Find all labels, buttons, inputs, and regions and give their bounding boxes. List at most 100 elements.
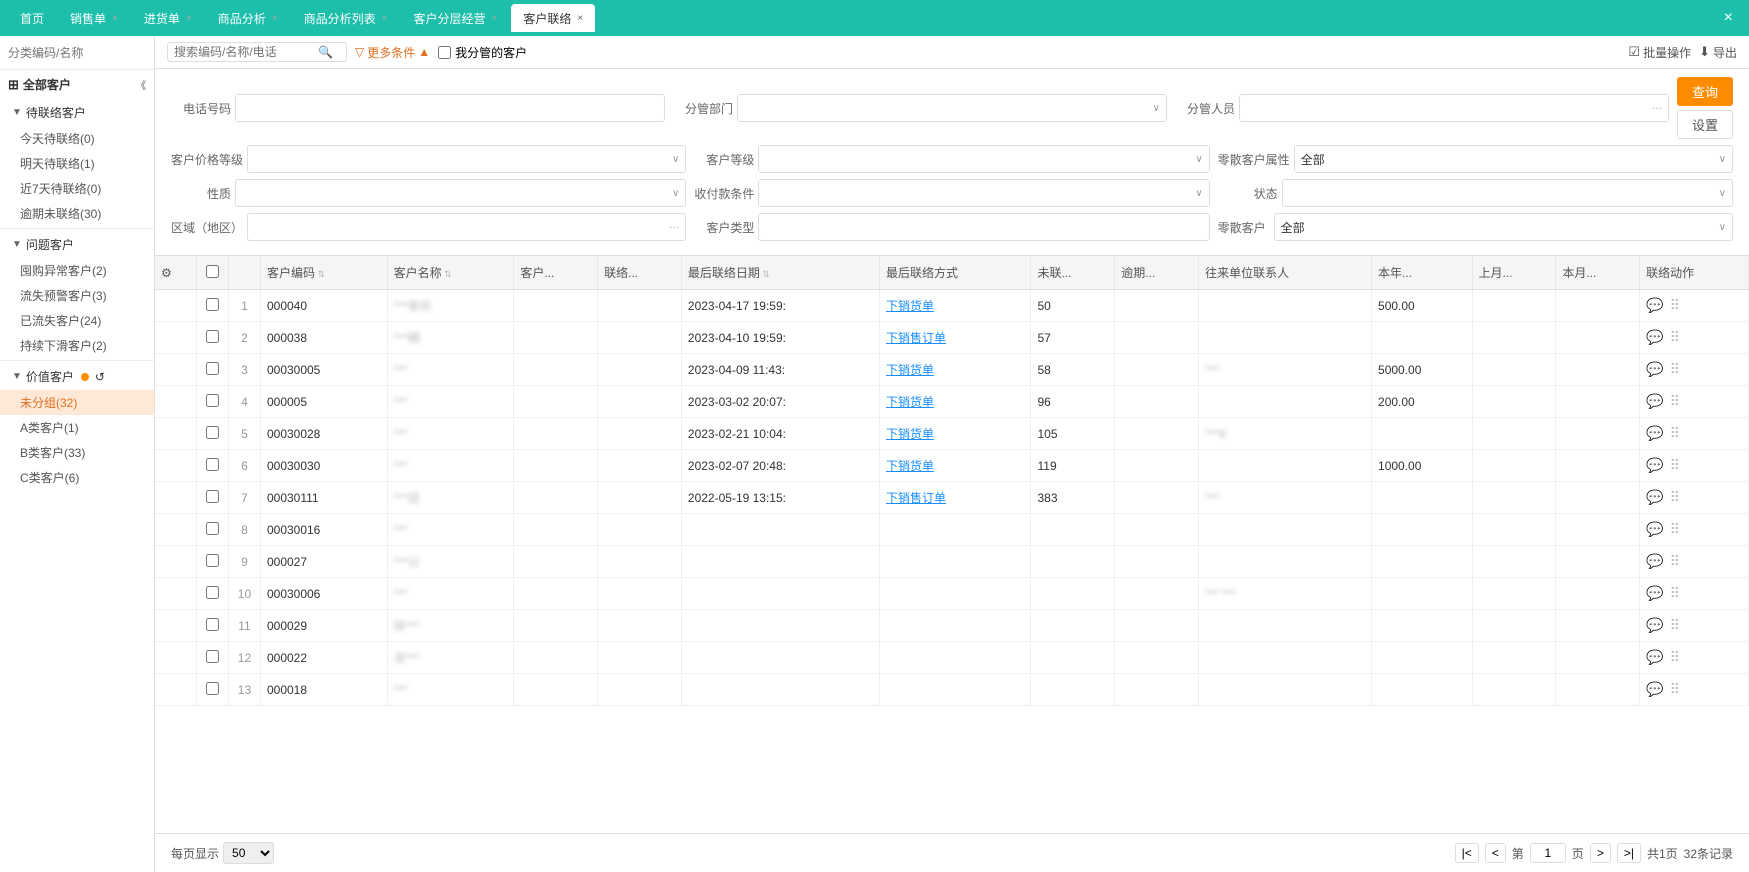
- sidebar-item-class-c[interactable]: C类客户(6): [0, 465, 154, 490]
- sidebar-item-today-pending[interactable]: 今天待联络(0): [0, 126, 154, 151]
- row-last-contact-way-cell[interactable]: [879, 578, 1031, 610]
- chat-icon[interactable]: 💬: [1646, 425, 1663, 442]
- row-last-contact-way-cell[interactable]: 下销货单: [879, 450, 1031, 482]
- row-check-cell[interactable]: [196, 674, 228, 706]
- filter-search-input[interactable]: [174, 45, 314, 59]
- chat-icon[interactable]: 💬: [1646, 681, 1663, 698]
- dept-select[interactable]: ∨: [737, 94, 1167, 122]
- more-actions-icon[interactable]: ⠿: [1670, 457, 1680, 474]
- all-customers-header[interactable]: ⊞ 全部客户 《: [0, 70, 154, 99]
- value-group[interactable]: ▼ 价值客户 ↺: [0, 363, 154, 390]
- row-check-cell[interactable]: [196, 290, 228, 322]
- prev-page-button[interactable]: <: [1485, 843, 1506, 863]
- row-checkbox[interactable]: [206, 362, 219, 375]
- sidebar-search-input[interactable]: [8, 46, 155, 60]
- sidebar-item-declining[interactable]: 持续下滑客户(2): [0, 333, 154, 358]
- manager-select[interactable]: ···: [1239, 94, 1669, 122]
- more-actions-icon[interactable]: ⠿: [1670, 585, 1680, 602]
- tab-sales[interactable]: 销售单 ×: [58, 4, 130, 32]
- chat-icon[interactable]: 💬: [1646, 617, 1663, 634]
- sidebar-item-hoard-abnormal[interactable]: 囤购异常客户(2): [0, 258, 154, 283]
- tab-purchase[interactable]: 进货单 ×: [132, 4, 204, 32]
- close-all-button[interactable]: ×: [1716, 9, 1741, 27]
- row-last-contact-way-cell[interactable]: 下销货单: [879, 386, 1031, 418]
- refresh-icon[interactable]: ↺: [95, 370, 105, 384]
- sidebar-item-overdue-pending[interactable]: 逾期未联络(30): [0, 201, 154, 226]
- tab-home[interactable]: 首页: [8, 4, 56, 32]
- chat-icon[interactable]: 💬: [1646, 489, 1663, 506]
- row-check-cell[interactable]: [196, 322, 228, 354]
- tab-goods-analysis[interactable]: 商品分析 ×: [206, 4, 290, 32]
- row-checkbox[interactable]: [206, 618, 219, 631]
- my-customers-check[interactable]: [438, 46, 451, 59]
- close-sales-tab[interactable]: ×: [112, 13, 118, 24]
- gender-select[interactable]: ∨: [235, 179, 686, 207]
- tab-customer-contact[interactable]: 客户联络 ×: [511, 4, 595, 32]
- sidebar-item-class-a[interactable]: A类客户(1): [0, 415, 154, 440]
- more-actions-icon[interactable]: ⠿: [1670, 489, 1680, 506]
- row-checkbox[interactable]: [206, 330, 219, 343]
- more-actions-icon[interactable]: ⠿: [1670, 681, 1680, 698]
- filter-more-btn[interactable]: ▽ 更多条件 ▲: [355, 44, 430, 61]
- row-check-cell[interactable]: [196, 482, 228, 514]
- region-select[interactable]: ···: [247, 213, 686, 241]
- row-check-cell[interactable]: [196, 610, 228, 642]
- row-check-cell[interactable]: [196, 642, 228, 674]
- more-actions-icon[interactable]: ⠿: [1670, 329, 1680, 346]
- chat-icon[interactable]: 💬: [1646, 297, 1663, 314]
- row-last-contact-way-cell[interactable]: 下销货单: [879, 290, 1031, 322]
- batch-op-button[interactable]: ☑ 批量操作: [1628, 44, 1691, 61]
- query-button[interactable]: 查询: [1677, 77, 1733, 106]
- row-check-cell[interactable]: [196, 450, 228, 482]
- row-last-contact-way-cell[interactable]: [879, 674, 1031, 706]
- more-actions-icon[interactable]: ⠿: [1670, 297, 1680, 314]
- export-button[interactable]: ⬇ 导出: [1699, 44, 1737, 61]
- per-page-select[interactable]: 50 100 200: [223, 842, 274, 864]
- retail-customer-select[interactable]: 全部 ∨: [1274, 213, 1733, 241]
- row-checkbox[interactable]: [206, 298, 219, 311]
- row-last-contact-way-cell[interactable]: 下销售订单: [879, 482, 1031, 514]
- row-checkbox[interactable]: [206, 426, 219, 439]
- row-last-contact-way-cell[interactable]: 下销售订单: [879, 322, 1031, 354]
- row-check-cell[interactable]: [196, 514, 228, 546]
- reset-button[interactable]: 设置: [1677, 110, 1733, 139]
- row-checkbox[interactable]: [206, 522, 219, 535]
- chat-icon[interactable]: 💬: [1646, 393, 1663, 410]
- row-last-contact-way-cell[interactable]: [879, 642, 1031, 674]
- row-last-contact-way-cell[interactable]: [879, 514, 1031, 546]
- pending-group[interactable]: ▼ 待联络客户: [0, 99, 154, 126]
- phone-input[interactable]: [235, 94, 665, 122]
- last-page-button[interactable]: >|: [1617, 843, 1641, 863]
- filter-search-icon[interactable]: 🔍: [318, 45, 333, 59]
- row-last-contact-way-cell[interactable]: [879, 610, 1031, 642]
- sidebar-item-class-b[interactable]: B类客户(33): [0, 440, 154, 465]
- row-last-contact-way-cell[interactable]: [879, 546, 1031, 578]
- row-check-cell[interactable]: [196, 418, 228, 450]
- chat-icon[interactable]: 💬: [1646, 585, 1663, 602]
- settings-icon[interactable]: ⚙: [161, 266, 172, 280]
- first-page-button[interactable]: |<: [1455, 843, 1479, 863]
- chat-icon[interactable]: 💬: [1646, 361, 1663, 378]
- row-last-contact-way-cell[interactable]: 下销货单: [879, 354, 1031, 386]
- chat-icon[interactable]: 💬: [1646, 457, 1663, 474]
- more-actions-icon[interactable]: ⠿: [1670, 617, 1680, 634]
- row-check-cell[interactable]: [196, 354, 228, 386]
- settings-col-header[interactable]: ⚙: [155, 256, 196, 290]
- close-customer-tier-tab[interactable]: ×: [491, 13, 497, 24]
- payment-select[interactable]: ∨: [758, 179, 1209, 207]
- code-col-header[interactable]: 客户编码: [260, 256, 387, 290]
- sidebar-item-ungroup[interactable]: 未分组(32): [0, 390, 154, 415]
- row-checkbox[interactable]: [206, 650, 219, 663]
- more-actions-icon[interactable]: ⠿: [1670, 553, 1680, 570]
- chat-icon[interactable]: 💬: [1646, 329, 1663, 346]
- sidebar-item-week-pending[interactable]: 近7天待联络(0): [0, 176, 154, 201]
- row-check-cell[interactable]: [196, 578, 228, 610]
- close-goods-analysis-list-tab[interactable]: ×: [382, 13, 388, 24]
- sidebar-item-tomorrow-pending[interactable]: 明天待联络(1): [0, 151, 154, 176]
- more-actions-icon[interactable]: ⠿: [1670, 393, 1680, 410]
- retail-attr-select[interactable]: 全部 ∨: [1294, 145, 1733, 173]
- tab-goods-analysis-list[interactable]: 商品分析列表 ×: [292, 4, 400, 32]
- customer-type-select[interactable]: [758, 213, 1209, 241]
- my-customers-checkbox[interactable]: 我分管的客户: [438, 44, 527, 61]
- customer-level-select[interactable]: ∨: [758, 145, 1209, 173]
